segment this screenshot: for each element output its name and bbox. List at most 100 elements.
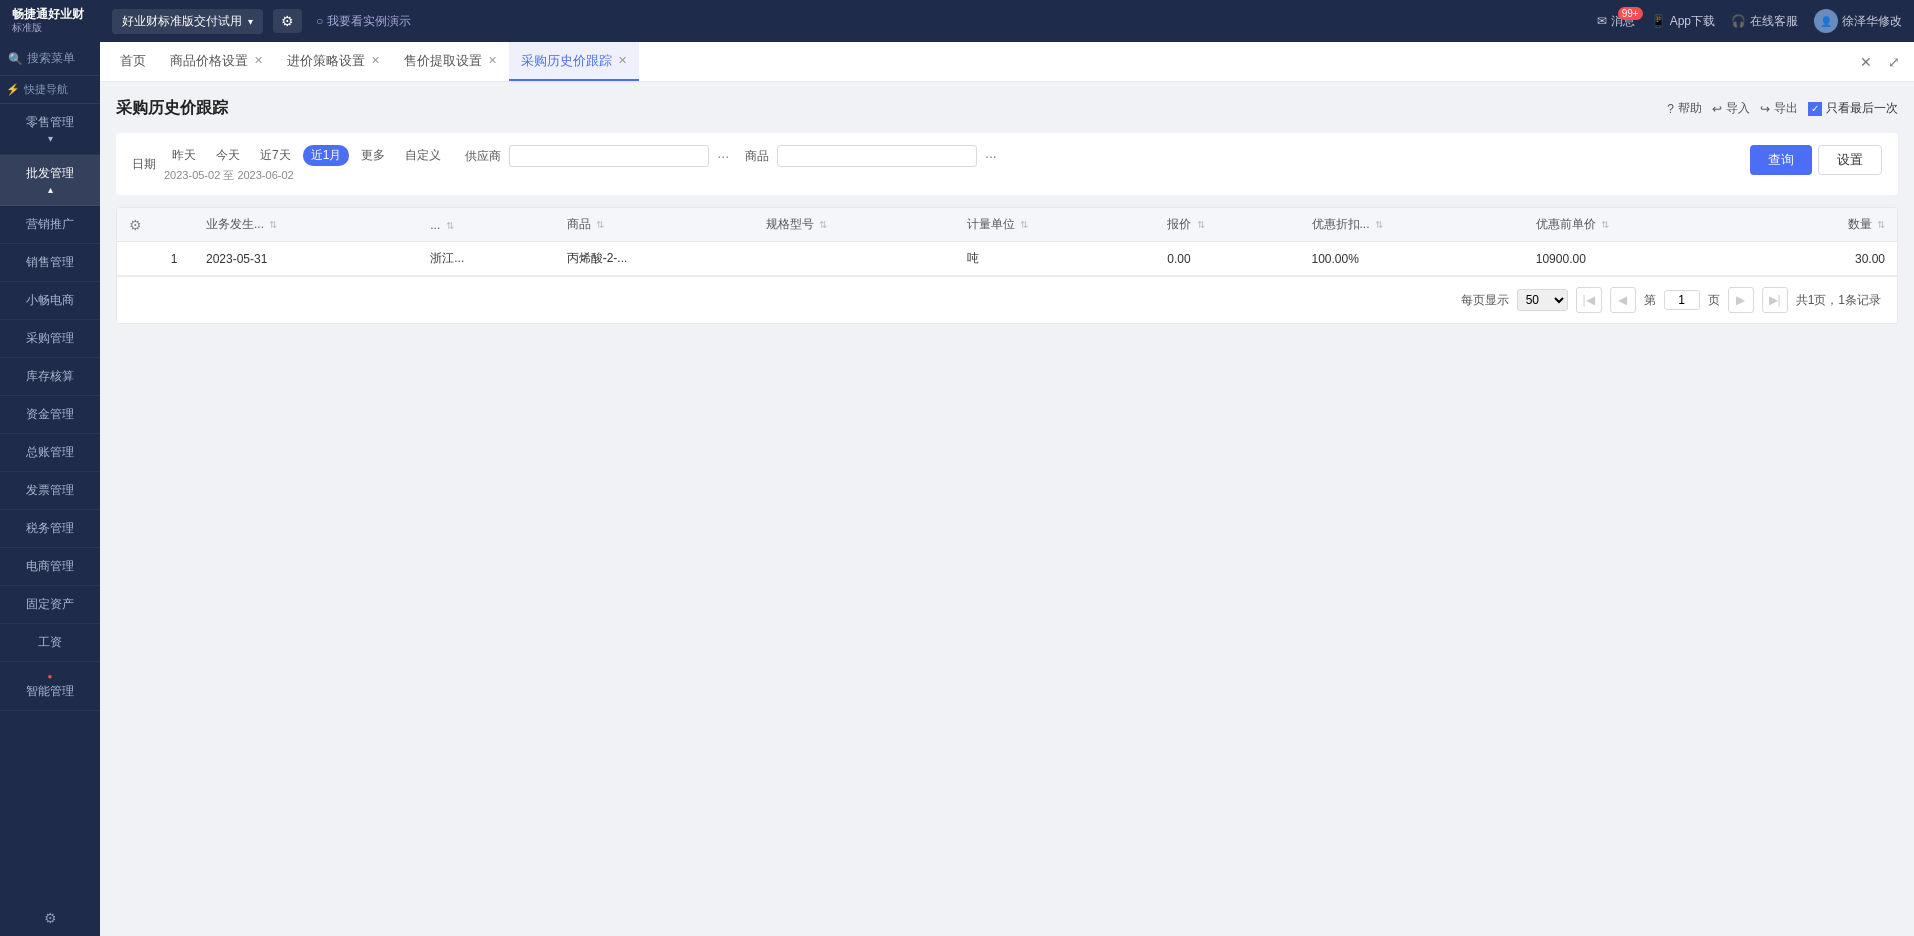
top-bar: 畅捷通好业财 标准版 好业财标准版交付试用 ▾ ⚙ ○ 我要看实例演示 ✉ 消息… xyxy=(0,0,1914,42)
supplier-input[interactable] xyxy=(509,145,709,167)
sidebar-item-ecom[interactable]: 小畅电商 xyxy=(0,282,100,320)
td-unit: 吨 xyxy=(955,242,1156,276)
sidebar: 🔍 搜索菜单 ⚡ 快捷导航 零售管理 ▾ 批发管理 ▴ 营销推广 销售管理 小畅… xyxy=(0,42,100,936)
date-btn-yesterday[interactable]: 昨天 xyxy=(164,145,204,166)
date-btn-more[interactable]: 更多 xyxy=(353,145,393,166)
settings-btn[interactable]: 设置 xyxy=(1818,145,1882,175)
goods-more-icon[interactable]: ··· xyxy=(985,148,997,164)
page-prev-btn[interactable]: ◀ xyxy=(1610,287,1636,313)
sidebar-item-retail[interactable]: 零售管理 ▾ xyxy=(0,104,100,155)
filter-actions: 查询 设置 xyxy=(1750,145,1882,175)
th-price-label: 报价 xyxy=(1167,217,1191,231)
avatar-icon: 👤 xyxy=(1820,16,1832,27)
sidebar-item-marketing[interactable]: 营销推广 xyxy=(0,206,100,244)
tab-sale-extract-close[interactable]: ✕ xyxy=(488,54,497,67)
sort-icon-date: ⇅ xyxy=(269,219,277,230)
query-btn[interactable]: 查询 xyxy=(1750,145,1812,175)
sidebar-search[interactable]: 🔍 搜索菜单 xyxy=(0,42,100,76)
row-date: 2023-05-31 xyxy=(206,252,267,266)
th-unit-price[interactable]: 优惠前单价 ⇅ xyxy=(1524,208,1753,242)
th-more[interactable]: ... ⇅ xyxy=(418,208,554,242)
sidebar-settings-btn[interactable]: ⚙ xyxy=(0,900,100,936)
service-icon: 🎧 xyxy=(1731,14,1746,28)
sidebar-item-sales[interactable]: 销售管理 xyxy=(0,244,100,282)
td-gear xyxy=(117,242,154,276)
th-more-label: ... xyxy=(430,218,440,232)
sidebar-item-wholesale[interactable]: 批发管理 ▴ xyxy=(0,155,100,206)
expand-icon-wholesale: ▴ xyxy=(48,184,53,195)
sidebar-nav[interactable]: ⚡ 快捷导航 xyxy=(0,76,100,104)
page-title: 采购历史价跟踪 xyxy=(116,98,228,119)
main-layout: 🔍 搜索菜单 ⚡ 快捷导航 零售管理 ▾ 批发管理 ▴ 营销推广 销售管理 小畅… xyxy=(0,42,1914,936)
th-date[interactable]: 业务发生... ⇅ xyxy=(194,208,418,242)
help-btn[interactable]: ? 帮助 xyxy=(1667,100,1702,117)
date-btn-today[interactable]: 今天 xyxy=(208,145,248,166)
th-discount[interactable]: 优惠折扣... ⇅ xyxy=(1300,208,1524,242)
demo-link-text: 我要看实例演示 xyxy=(327,13,411,30)
th-unit-price-label: 优惠前单价 xyxy=(1536,217,1596,231)
table-settings-icon[interactable]: ⚙ xyxy=(129,217,142,233)
messages-btn[interactable]: ✉ 消息 99+ xyxy=(1597,13,1635,30)
settings-gear-icon: ⚙ xyxy=(44,910,57,926)
settings-button[interactable]: ⚙ xyxy=(273,9,302,33)
table-row: 1 2023-05-31 浙江... 丙烯酸-2-... xyxy=(117,242,1897,276)
product-selector[interactable]: 好业财标准版交付试用 ▾ xyxy=(112,9,263,34)
avatar: 👤 xyxy=(1814,9,1838,33)
pagination-bar: 每页显示 50 100 200 |◀ ◀ 第 页 ▶ ▶| 共1页，1条记录 xyxy=(117,276,1897,323)
tab-purchase-strategy[interactable]: 进价策略设置 ✕ xyxy=(275,42,392,81)
page-next-btn[interactable]: ▶ xyxy=(1728,287,1754,313)
nav-icon: ⚡ xyxy=(6,83,20,96)
sidebar-item-assets[interactable]: 固定资产 xyxy=(0,586,100,624)
sidebar-item-invoice[interactable]: 发票管理 xyxy=(0,472,100,510)
page-last-btn[interactable]: ▶| xyxy=(1762,287,1788,313)
date-btn-7days[interactable]: 近7天 xyxy=(252,145,299,166)
goods-input[interactable] xyxy=(777,145,977,167)
th-discount-label: 优惠折扣... xyxy=(1312,217,1370,231)
sidebar-item-intelligent[interactable]: ● 智能管理 xyxy=(0,662,100,711)
search-icon: 🔍 xyxy=(8,52,23,66)
date-btn-custom[interactable]: 自定义 xyxy=(397,145,449,166)
tab-sale-extract[interactable]: 售价提取设置 ✕ xyxy=(392,42,509,81)
page-first-btn[interactable]: |◀ xyxy=(1576,287,1602,313)
only-latest-checkbox[interactable]: ✓ 只看最后一次 xyxy=(1808,100,1898,117)
tab-purchase-strategy-close[interactable]: ✕ xyxy=(371,54,380,67)
sidebar-item-ledger[interactable]: 总账管理 xyxy=(0,434,100,472)
tab-home[interactable]: 首页 xyxy=(108,42,158,81)
row-goods: 丙烯酸-2-... xyxy=(567,251,628,265)
sidebar-item-inventory[interactable]: 库存核算 xyxy=(0,358,100,396)
tab-purchase-history-close[interactable]: ✕ xyxy=(618,54,627,67)
th-unit[interactable]: 计量单位 ⇅ xyxy=(955,208,1156,242)
supplier-more-icon[interactable]: ··· xyxy=(717,148,729,164)
demo-icon: ○ xyxy=(316,14,323,28)
th-price[interactable]: 报价 ⇅ xyxy=(1155,208,1299,242)
page-input[interactable] xyxy=(1664,290,1700,310)
import-btn[interactable]: ↩ 导入 xyxy=(1712,100,1750,117)
tab-expand-btn[interactable]: ⤢ xyxy=(1882,52,1906,72)
user-area[interactable]: 👤 徐泽华修改 xyxy=(1814,9,1902,33)
date-btn-1month[interactable]: 近1月 xyxy=(303,145,350,166)
sidebar-item-finance-label: 资金管理 xyxy=(26,406,74,423)
sidebar-item-purchase[interactable]: 采购管理 xyxy=(0,320,100,358)
th-spec[interactable]: 规格型号 ⇅ xyxy=(754,208,955,242)
tab-purchase-history[interactable]: 采购历史价跟踪 ✕ xyxy=(509,42,639,81)
online-service-btn[interactable]: 🎧 在线客服 xyxy=(1731,13,1798,30)
sidebar-item-ecom-label: 小畅电商 xyxy=(26,292,74,309)
sidebar-item-salary[interactable]: 工资 xyxy=(0,624,100,662)
sidebar-item-tax[interactable]: 税务管理 xyxy=(0,510,100,548)
th-qty[interactable]: 数量 ⇅ xyxy=(1753,208,1897,242)
tab-price-settings-close[interactable]: ✕ xyxy=(254,54,263,67)
td-unit-price: 10900.00 xyxy=(1524,242,1753,276)
sidebar-item-ecommerce[interactable]: 电商管理 xyxy=(0,548,100,586)
row-unit: 吨 xyxy=(967,251,979,265)
per-page-select[interactable]: 50 100 200 xyxy=(1517,289,1568,311)
export-btn[interactable]: ↪ 导出 xyxy=(1760,100,1798,117)
tab-price-settings[interactable]: 商品价格设置 ✕ xyxy=(158,42,275,81)
app-download-btn[interactable]: 📱 App下载 xyxy=(1651,13,1715,30)
sidebar-item-finance[interactable]: 资金管理 xyxy=(0,396,100,434)
td-date: 2023-05-31 xyxy=(194,242,418,276)
tab-close-all-btn[interactable]: ✕ xyxy=(1854,52,1878,72)
app-download-label: App下载 xyxy=(1670,13,1715,30)
demo-link[interactable]: ○ 我要看实例演示 xyxy=(316,13,411,30)
sidebar-item-inventory-label: 库存核算 xyxy=(26,368,74,385)
th-goods[interactable]: 商品 ⇅ xyxy=(555,208,754,242)
